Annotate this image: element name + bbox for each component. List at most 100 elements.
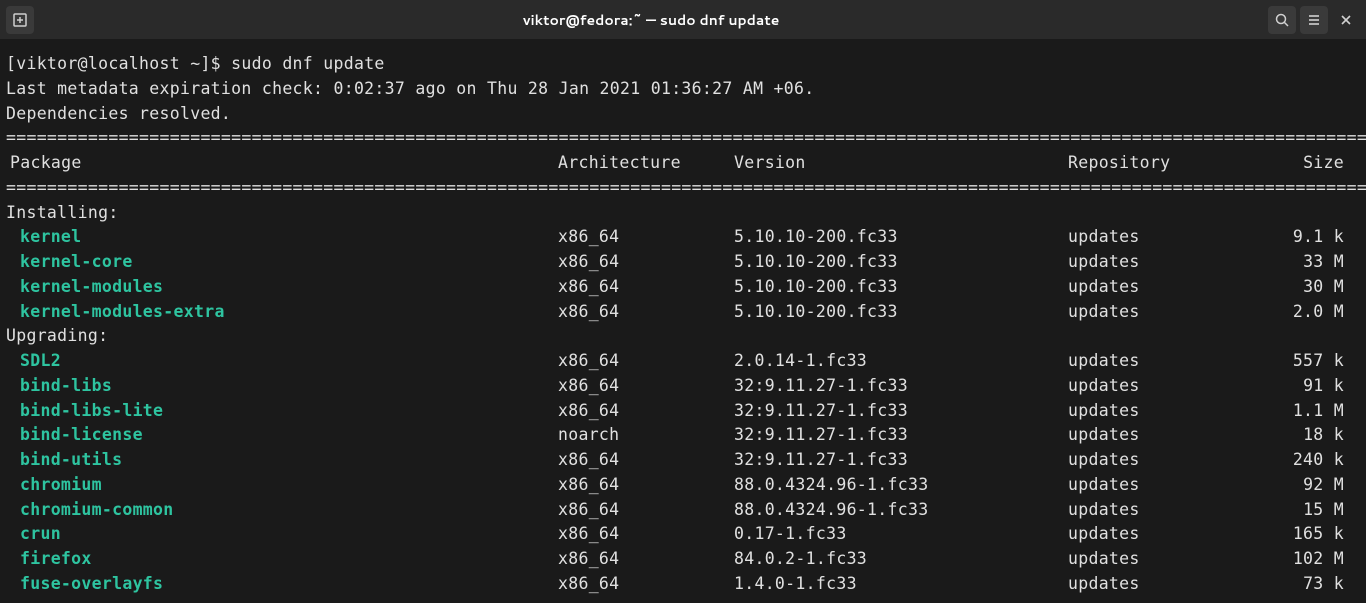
package-size: 2.0 M <box>1274 300 1344 325</box>
package-name: fuse-overlayfs <box>20 574 163 593</box>
package-repo: updates <box>1068 399 1274 424</box>
table-row: crunx86_640.17-1.fc33updates165 k <box>6 522 1360 547</box>
header-arch: Architecture <box>558 151 734 176</box>
package-size: 91 k <box>1274 374 1344 399</box>
package-version: 32:9.11.27-1.fc33 <box>734 374 1068 399</box>
package-version: 5.10.10-200.fc33 <box>734 225 1068 250</box>
package-name: bind-license <box>20 425 143 444</box>
terminal-content[interactable]: [viktor@localhost ~]$ sudo dnf update La… <box>0 40 1366 603</box>
package-name: SDL2 <box>20 351 61 370</box>
package-arch: x86_64 <box>558 300 734 325</box>
package-name: chromium-common <box>20 500 174 519</box>
package-arch: x86_64 <box>558 473 734 498</box>
package-repo: updates <box>1068 498 1274 523</box>
package-size: 73 k <box>1274 572 1344 597</box>
package-repo: updates <box>1068 374 1274 399</box>
package-arch: x86_64 <box>558 547 734 572</box>
package-size: 33 M <box>1274 250 1344 275</box>
package-repo: updates <box>1068 275 1274 300</box>
table-row: chromium x86_6488.0.4324.96-1.fc33updates… <box>6 473 1360 498</box>
package-size: 92 M <box>1274 473 1344 498</box>
package-name: bind-libs <box>20 376 112 395</box>
package-size: 9.1 k <box>1274 225 1344 250</box>
package-size: 240 k <box>1274 448 1344 473</box>
rule-top: ========================================… <box>6 126 1360 151</box>
section-installing: Installing: <box>6 201 1360 226</box>
package-version: 88.0.4324.96-1.fc33 <box>734 473 1068 498</box>
package-repo: updates <box>1068 300 1274 325</box>
package-size: 18 k <box>1274 423 1344 448</box>
window-title: viktor@fedora:~ — sudo dnf update <box>34 10 1268 30</box>
package-version: 1.4.0-1.fc33 <box>734 572 1068 597</box>
menu-button[interactable] <box>1300 6 1328 34</box>
deps-line: Dependencies resolved. <box>6 102 1360 127</box>
package-name: bind-libs-lite <box>20 401 163 420</box>
package-arch: x86_64 <box>558 250 734 275</box>
rule-bottom: ========================================… <box>6 176 1360 201</box>
package-name: kernel-core <box>20 252 133 271</box>
package-repo: updates <box>1068 349 1274 374</box>
package-repo: updates <box>1068 522 1274 547</box>
table-row: firefox x86_6484.0.2-1.fc33updates102 M <box>6 547 1360 572</box>
package-version: 32:9.11.27-1.fc33 <box>734 423 1068 448</box>
table-row: bind-license noarch32:9.11.27-1.fc33updat… <box>6 423 1360 448</box>
close-button[interactable] <box>1332 6 1360 34</box>
metadata-line: Last metadata expiration check: 0:02:37 … <box>6 77 1360 102</box>
package-version: 5.10.10-200.fc33 <box>734 275 1068 300</box>
header-repo: Repository <box>1068 151 1274 176</box>
new-tab-button[interactable] <box>6 6 34 34</box>
package-arch: x86_64 <box>558 572 734 597</box>
package-version: 32:9.11.27-1.fc33 <box>734 448 1068 473</box>
package-version: 2.0.14-1.fc33 <box>734 349 1068 374</box>
package-name: firefox <box>20 549 92 568</box>
package-name: kernel-modules <box>20 277 163 296</box>
header-package: Package <box>6 151 558 176</box>
table-header: Package Architecture Version Repository … <box>6 151 1360 176</box>
package-arch: noarch <box>558 423 734 448</box>
table-row: kernel-modules-extrax86_645.10.10-200.fc… <box>6 300 1360 325</box>
package-size: 165 k <box>1274 522 1344 547</box>
package-arch: x86_64 <box>558 448 734 473</box>
package-name: kernel <box>20 227 81 246</box>
table-row: bind-libs-lite x86_6432:9.11.27-1.fc33upd… <box>6 399 1360 424</box>
table-row: kernel-modules x86_645.10.10-200.fc33upda… <box>6 275 1360 300</box>
package-version: 5.10.10-200.fc33 <box>734 300 1068 325</box>
package-arch: x86_64 <box>558 498 734 523</box>
table-row: SDL2 x86_642.0.14-1.fc33updates557 k <box>6 349 1360 374</box>
package-arch: x86_64 <box>558 225 734 250</box>
package-repo: updates <box>1068 448 1274 473</box>
window-titlebar: viktor@fedora:~ — sudo dnf update <box>0 0 1366 40</box>
search-button[interactable] <box>1268 6 1296 34</box>
table-row: bind-libsx86_6432:9.11.27-1.fc33updates … <box>6 374 1360 399</box>
package-size: 102 M <box>1274 547 1344 572</box>
package-version: 32:9.11.27-1.fc33 <box>734 399 1068 424</box>
package-arch: x86_64 <box>558 349 734 374</box>
prompt-line: [viktor@localhost ~]$ sudo dnf update <box>6 52 1360 77</box>
package-size: 15 M <box>1274 498 1344 523</box>
package-repo: updates <box>1068 572 1274 597</box>
package-name: chromium <box>20 475 102 494</box>
package-arch: x86_64 <box>558 275 734 300</box>
table-row: chromium-common x86_6488.0.4324.96-1.fc33… <box>6 498 1360 523</box>
package-repo: updates <box>1068 547 1274 572</box>
package-version: 84.0.2-1.fc33 <box>734 547 1068 572</box>
command-text: sudo dnf update <box>231 54 385 73</box>
package-name: crun <box>20 524 61 543</box>
table-row: fuse-overlayfsx86_641.4.0-1.fc33updates … <box>6 572 1360 597</box>
package-arch: x86_64 <box>558 399 734 424</box>
package-arch: x86_64 <box>558 374 734 399</box>
package-repo: updates <box>1068 473 1274 498</box>
header-version: Version <box>734 151 1068 176</box>
package-name: bind-utils <box>20 450 122 469</box>
package-version: 0.17-1.fc33 <box>734 522 1068 547</box>
package-version: 5.10.10-200.fc33 <box>734 250 1068 275</box>
table-row: bind-utils x86_6432:9.11.27-1.fc33updates… <box>6 448 1360 473</box>
table-row: kernelx86_645.10.10-200.fc33updates9.1 k <box>6 225 1360 250</box>
package-repo: updates <box>1068 250 1274 275</box>
package-repo: updates <box>1068 423 1274 448</box>
package-size: 30 M <box>1274 275 1344 300</box>
package-size: 557 k <box>1274 349 1344 374</box>
package-version: 88.0.4324.96-1.fc33 <box>734 498 1068 523</box>
table-row: kernel-core x86_645.10.10-200.fc33updates… <box>6 250 1360 275</box>
header-size: Size <box>1274 151 1344 176</box>
